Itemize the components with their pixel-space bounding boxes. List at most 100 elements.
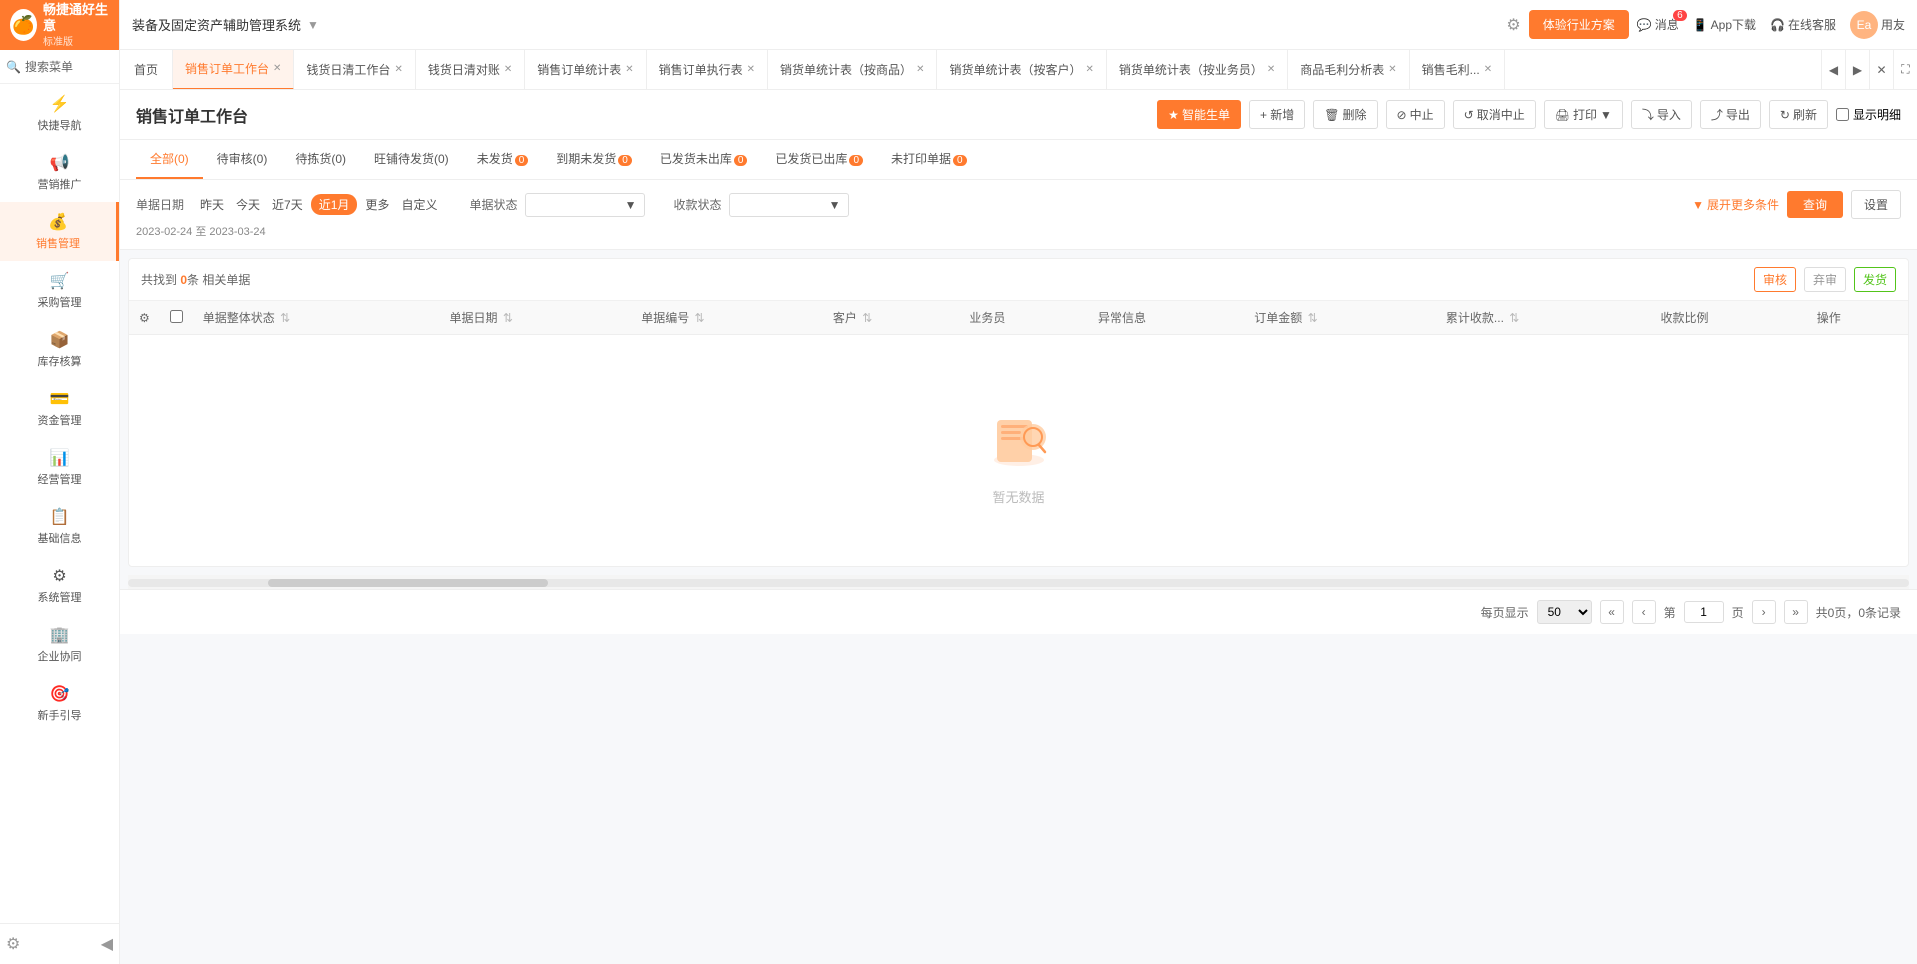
date-opt-custom[interactable]: 自定义 [397, 194, 441, 215]
date-opt-7days[interactable]: 近7天 [268, 194, 307, 215]
industry-solution-button[interactable]: 体验行业方案 [1529, 10, 1629, 39]
tab-sales-stat-close[interactable]: ✕ [625, 64, 633, 75]
sidebar-item-quick-nav[interactable]: ⚡ 快捷导航 [0, 84, 119, 143]
tab-product-margin-close[interactable]: ✕ [1388, 64, 1396, 75]
tab-cash-daily[interactable]: 钱货日清工作台 ✕ [294, 50, 415, 90]
sidebar-item-finance[interactable]: 💳 资金管理 [0, 379, 119, 438]
tab-sales-stat[interactable]: 销售订单统计表 ✕ [525, 50, 646, 90]
sidebar-item-enterprise[interactable]: 🏢 企业协同 [0, 615, 119, 674]
delete-button[interactable]: 🗑 删除 [1313, 100, 1377, 129]
tab-sales-summary-product-close[interactable]: ✕ [916, 64, 924, 75]
batch-ship-button[interactable]: 发货 [1854, 267, 1896, 292]
tab-cash-reconcile-close[interactable]: ✕ [504, 64, 512, 75]
filter-tab-shipped-not-out[interactable]: 已发货未出库0 [646, 140, 762, 179]
filter-tab-overdue-not-shipped[interactable]: 到期未发货0 [542, 140, 646, 179]
per-page-select[interactable]: 50 10 20 100 [1537, 600, 1592, 624]
expand-more-btn[interactable]: ▼ 展开更多条件 [1692, 196, 1779, 213]
add-button[interactable]: + 新增 [1249, 100, 1305, 129]
tab-sales-exec[interactable]: 销售订单执行表 ✕ [647, 50, 768, 90]
tab-sales-workbench[interactable]: 销售订单工作台 ✕ [173, 50, 294, 90]
search-menu[interactable]: 🔍 搜索菜单 [0, 50, 119, 84]
next-page-btn[interactable]: › [1752, 600, 1776, 624]
page-input[interactable] [1684, 601, 1724, 623]
filter-tab-pending-pickup[interactable]: 待拣货(0) [281, 140, 360, 179]
first-page-btn[interactable]: « [1600, 600, 1624, 624]
settings-icon[interactable]: ⚙ [6, 934, 20, 954]
tab-home[interactable]: 首页 [120, 50, 173, 90]
show-detail-checkbox[interactable] [1836, 108, 1849, 121]
sidebar-item-inventory[interactable]: 📦 库存核算 [0, 320, 119, 379]
select-all-checkbox[interactable] [170, 310, 183, 323]
cancel-stop-button[interactable]: ↺ 取消中止 [1453, 100, 1536, 129]
collapse-icon[interactable]: ◀ [101, 934, 113, 954]
user-menu[interactable]: Ea 用友 [1850, 11, 1905, 39]
settings-col-icon[interactable]: ⚙ [139, 311, 150, 325]
sidebar-item-operations[interactable]: 📊 经营管理 [0, 438, 119, 497]
payment-select[interactable]: ▼ [729, 193, 849, 217]
delete-label: 删除 [1343, 106, 1367, 123]
tab-sales-summary-customer[interactable]: 销货单统计表（按客户） ✕ [937, 50, 1106, 90]
import-button[interactable]: ⤵ 导入 [1631, 100, 1692, 129]
date-opt-more[interactable]: 更多 [361, 194, 393, 215]
filter-tab-all[interactable]: 全部(0) [136, 140, 203, 179]
tab-scroll-right[interactable]: ▶ [1845, 50, 1869, 90]
prev-page-btn[interactable]: ‹ [1632, 600, 1656, 624]
filter-tab-not-printed[interactable]: 未打印单据0 [877, 140, 981, 179]
sort-customer-icon[interactable]: ⇅ [862, 311, 872, 325]
finance-icon: 💳 [50, 389, 70, 409]
sidebar-item-purchase[interactable]: 🛒 采购管理 [0, 261, 119, 320]
batch-approve-button[interactable]: 审核 [1754, 267, 1796, 292]
sort-number-icon[interactable]: ⇅ [695, 311, 705, 325]
date-opt-today[interactable]: 今天 [232, 194, 264, 215]
horizontal-scrollbar[interactable] [128, 575, 1909, 589]
settings-gear-icon[interactable]: ⚙ [1506, 15, 1520, 35]
tab-close-all[interactable]: ✕ [1869, 50, 1893, 90]
show-detail-checkbox-label[interactable]: 显示明细 [1836, 106, 1901, 123]
online-service-btn[interactable]: 🎧 在线客服 [1770, 16, 1836, 33]
tab-cash-reconcile[interactable]: 钱货日清对账 ✕ [416, 50, 525, 90]
tab-cash-daily-close[interactable]: ✕ [394, 64, 402, 75]
stop-button[interactable]: ⊘ 中止 [1386, 100, 1445, 129]
tab-sales-more-close[interactable]: ✕ [1484, 64, 1492, 75]
tab-sales-summary-staff[interactable]: 销货单统计表（按业务员） ✕ [1107, 50, 1288, 90]
date-opt-yesterday[interactable]: 昨天 [196, 194, 228, 215]
tab-sales-workbench-close[interactable]: ✕ [273, 63, 281, 74]
last-page-btn[interactable]: » [1784, 600, 1808, 624]
sidebar-item-marketing[interactable]: 📢 营销推广 [0, 143, 119, 202]
filter-tab-pending-review[interactable]: 待审核(0) [203, 140, 282, 179]
status-select[interactable]: ▼ [525, 193, 645, 217]
app-download-btn[interactable]: 📱 App下载 [1693, 16, 1756, 33]
filter-tab-wangpu-pending-ship[interactable]: 旺铺待发货(0) [360, 140, 463, 179]
tab-scroll-left[interactable]: ◀ [1821, 50, 1845, 90]
date-opt-1month[interactable]: 近1月 [311, 194, 358, 215]
sidebar-item-basic-info[interactable]: 📋 基础信息 [0, 497, 119, 556]
sort-status-icon[interactable]: ⇅ [280, 311, 290, 325]
logo-sub: 标准版 [43, 33, 109, 48]
sort-date-icon[interactable]: ⇅ [503, 311, 513, 325]
filter-tab-shipped-out[interactable]: 已发货已出库0 [761, 140, 877, 179]
query-button[interactable]: 查询 [1787, 191, 1843, 218]
tab-sales-exec-close[interactable]: ✕ [747, 64, 755, 75]
message-btn[interactable]: 💬 消息 6 [1637, 16, 1679, 33]
tab-sales-summary-staff-close[interactable]: ✕ [1267, 64, 1275, 75]
print-button[interactable]: 🖨 打印 ▼ [1544, 100, 1623, 129]
sort-collected-icon[interactable]: ⇅ [1509, 311, 1519, 325]
batch-reject-button[interactable]: 弃审 [1804, 267, 1846, 292]
sidebar-item-sales[interactable]: 💰 销售管理 [0, 202, 119, 261]
tab-fullscreen[interactable]: ⛶ [1893, 50, 1917, 90]
tab-sales-more-label: 销售毛利... [1422, 61, 1480, 78]
filter-tab-not-shipped[interactable]: 未发货0 [463, 140, 543, 179]
table-area: 共找到 0条 相关单据 审核 弃审 发货 ⚙ [128, 258, 1909, 567]
smart-create-button[interactable]: ★ 智能生单 [1157, 100, 1241, 129]
set-button[interactable]: 设置 [1851, 190, 1901, 219]
system-title-dropdown[interactable]: ▼ [307, 18, 319, 32]
refresh-button[interactable]: ↻ 刷新 [1769, 100, 1828, 129]
sidebar-item-system[interactable]: ⚙ 系统管理 [0, 556, 119, 615]
sort-amount-icon[interactable]: ⇅ [1308, 311, 1318, 325]
export-button[interactable]: ⤴ 导出 [1700, 100, 1761, 129]
tab-sales-summary-product[interactable]: 销货单统计表（按商品） ✕ [768, 50, 937, 90]
sidebar-item-guide[interactable]: 🎯 新手引导 [0, 674, 119, 733]
tab-sales-summary-customer-close[interactable]: ✕ [1085, 64, 1093, 75]
tab-sales-more[interactable]: 销售毛利... ✕ [1410, 50, 1505, 90]
tab-product-margin[interactable]: 商品毛利分析表 ✕ [1288, 50, 1409, 90]
